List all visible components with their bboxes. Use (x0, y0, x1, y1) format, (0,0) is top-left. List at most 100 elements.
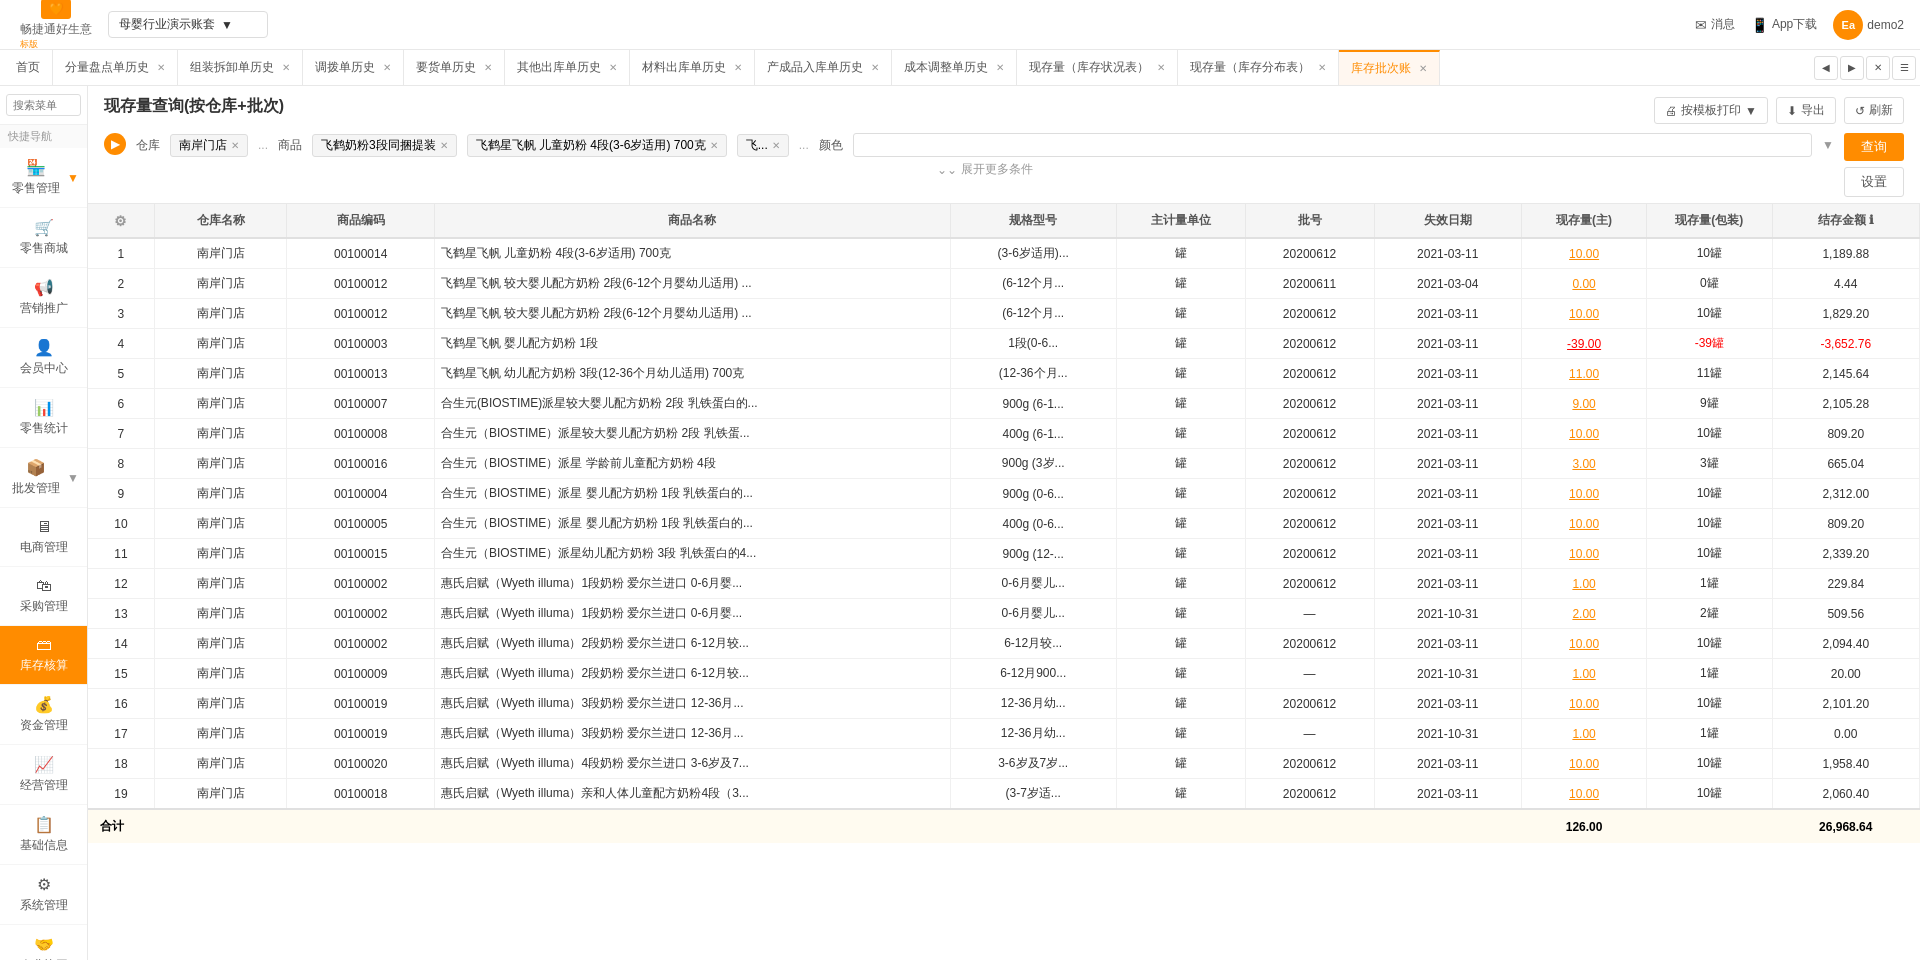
cell-stock-main[interactable]: 2.00 (1521, 599, 1646, 629)
tab-close-zuche[interactable]: ✕ (282, 62, 290, 73)
warehouse-filter-tag[interactable]: 南岸门店 ✕ (170, 134, 248, 157)
cell-unit: 罐 (1116, 569, 1245, 599)
cell-stock-main[interactable]: 0.00 (1521, 269, 1646, 299)
sidebar-item-finance[interactable]: 💰 资金管理 (0, 685, 87, 745)
warehouse-filter-ellipsis[interactable]: ... (258, 138, 268, 152)
cell-seq: 18 (88, 749, 154, 779)
query-button[interactable]: 查询 (1844, 133, 1904, 161)
tab-chengben[interactable]: 成本调整单历史 ✕ (892, 50, 1017, 86)
cell-warehouse: 南岸门店 (154, 659, 287, 689)
tab-close-tiaop[interactable]: ✕ (383, 62, 391, 73)
cell-stock-main[interactable]: 10.00 (1521, 749, 1646, 779)
search-input[interactable] (6, 94, 81, 116)
warehouse-filter-close[interactable]: ✕ (231, 140, 239, 151)
tab-chengpin[interactable]: 产成品入库单历史 ✕ (755, 50, 892, 86)
cell-stock-main[interactable]: 1.00 (1521, 659, 1646, 689)
cell-balance: -3,652.76 (1772, 329, 1920, 359)
cell-stock-main[interactable]: 10.00 (1521, 629, 1646, 659)
tab-close-kucun2[interactable]: ✕ (1318, 62, 1326, 73)
message-btn[interactable]: ✉ 消息 (1695, 16, 1735, 33)
sidebar-item-retail-mgmt[interactable]: 🏪 零售管理 ▼ (0, 148, 87, 208)
cell-stock-main[interactable]: 1.00 (1521, 569, 1646, 599)
export-btn[interactable]: ⬇ 导出 (1776, 97, 1836, 124)
cell-stock-main[interactable]: 10.00 (1521, 509, 1646, 539)
cell-stock-main[interactable]: 3.00 (1521, 449, 1646, 479)
goods-filter-tag-1[interactable]: 飞鹤奶粉3段同捆提装 ✕ (312, 134, 457, 157)
tab-zuche[interactable]: 组装拆卸单历史 ✕ (178, 50, 303, 86)
tab-next-btn[interactable]: ▶ (1840, 56, 1864, 80)
tab-fenp[interactable]: 分量盘点单历史 ✕ (53, 50, 178, 86)
cell-stock-main[interactable]: 10.00 (1521, 779, 1646, 810)
goods-filter-more-close[interactable]: ✕ (772, 140, 780, 151)
sidebar-item-basics[interactable]: 📋 基础信息 (0, 805, 87, 865)
cell-stock-main[interactable]: 10.00 (1521, 539, 1646, 569)
cell-stock-main[interactable]: 10.00 (1521, 419, 1646, 449)
tab-tiaop[interactable]: 调拨单历史 ✕ (303, 50, 404, 86)
tab-qita[interactable]: 其他出库单历史 ✕ (505, 50, 630, 86)
sidebar-item-collab[interactable]: 🤝 企业协同 (0, 925, 87, 960)
cell-code: 00100005 (287, 509, 434, 539)
sidebar-item-inventory[interactable]: 🗃 库存核算 (0, 626, 87, 685)
cell-stock-main[interactable]: 1.00 (1521, 719, 1646, 749)
cell-stock-main[interactable]: 10.00 (1521, 238, 1646, 269)
cell-stock-main[interactable]: 10.00 (1521, 479, 1646, 509)
goods-filter-close-2[interactable]: ✕ (710, 140, 718, 151)
cell-stock-main[interactable]: -39.00 (1521, 329, 1646, 359)
sidebar-item-wholesale[interactable]: 📦 批发管理 ▼ (0, 448, 87, 508)
print-btn[interactable]: 🖨 按模板打印 ▼ (1654, 97, 1768, 124)
th-settings[interactable]: ⚙ (88, 204, 154, 238)
tab-close-fenp[interactable]: ✕ (157, 62, 165, 73)
tab-kucun2[interactable]: 现存量（库存分布表） ✕ (1178, 50, 1339, 86)
sidebar-item-member[interactable]: 👤 会员中心 (0, 328, 87, 388)
wholesale-arrow-icon: ▼ (67, 471, 79, 485)
tab-cailiao[interactable]: 材料出库单历史 ✕ (630, 50, 755, 86)
app-download-btn[interactable]: 📱 App下载 (1751, 16, 1817, 33)
goods-filter-ellipsis[interactable]: ... (799, 138, 809, 152)
sidebar-item-retail-stats[interactable]: 📊 零售统计 (0, 388, 87, 448)
goods-filter-tag-2[interactable]: 飞鹤星飞帆 儿童奶粉 4段(3-6岁适用) 700克 ✕ (467, 134, 727, 157)
tab-close-yaohuo[interactable]: ✕ (484, 62, 492, 73)
store-selector[interactable]: 母婴行业演示账套 ▼ (108, 11, 268, 38)
color-filter-input[interactable] (853, 133, 1812, 157)
tab-close-qita[interactable]: ✕ (609, 62, 617, 73)
tab-prev-btn[interactable]: ◀ (1814, 56, 1838, 80)
color-filter-arrow[interactable]: ▼ (1822, 138, 1834, 152)
user-area[interactable]: Ea demo2 (1833, 10, 1904, 40)
cell-name: 惠氏启赋（Wyeth illuma）3段奶粉 爱尔兰进口 12-36月... (434, 689, 950, 719)
cell-stock-main[interactable]: 10.00 (1521, 299, 1646, 329)
cell-batch: 20200612 (1245, 479, 1374, 509)
sidebar-item-operations[interactable]: 📈 经营管理 (0, 745, 87, 805)
goods-filter-tag-more[interactable]: 飞... ✕ (737, 134, 789, 157)
cell-batch: 20200612 (1245, 509, 1374, 539)
system-icon: ⚙ (37, 875, 51, 894)
sidebar-item-marketing[interactable]: 📢 营销推广 (0, 268, 87, 328)
sidebar-item-ecommerce[interactable]: 🖥 电商管理 (0, 508, 87, 567)
sidebar-item-system[interactable]: ⚙ 系统管理 (0, 865, 87, 925)
tab-yaohuo[interactable]: 要货单历史 ✕ (404, 50, 505, 86)
cell-name: 惠氏启赋（Wyeth illuma）1段奶粉 爱尔兰进口 0-6月婴... (434, 569, 950, 599)
tab-home[interactable]: 首页 (4, 50, 53, 86)
refresh-btn[interactable]: ↺ 刷新 (1844, 97, 1904, 124)
tab-close-chengpin[interactable]: ✕ (871, 62, 879, 73)
cell-balance: 2,060.40 (1772, 779, 1920, 810)
cell-balance: 509.56 (1772, 599, 1920, 629)
cell-stock-main[interactable]: 10.00 (1521, 689, 1646, 719)
tab-close-all-btn[interactable]: ✕ (1866, 56, 1890, 80)
tab-kupici[interactable]: 库存批次账 ✕ (1339, 50, 1440, 86)
sidebar-item-retail-shop[interactable]: 🛒 零售商城 (0, 208, 87, 268)
tab-close-chengben[interactable]: ✕ (996, 62, 1004, 73)
tab-close-kucun1[interactable]: ✕ (1157, 62, 1165, 73)
cell-stock-main[interactable]: 11.00 (1521, 359, 1646, 389)
tab-menu-btn[interactable]: ☰ (1892, 56, 1916, 80)
retail-mgmt-icon: 🏪 (26, 158, 46, 177)
expand-more-btn[interactable]: ⌄⌄ 展开更多条件 (136, 157, 1834, 182)
goods-filter-close-1[interactable]: ✕ (440, 140, 448, 151)
message-label: 消息 (1711, 16, 1735, 33)
settings-button[interactable]: 设置 (1844, 167, 1904, 197)
sidebar-item-purchase[interactable]: 🛍 采购管理 (0, 567, 87, 626)
tab-close-cailiao[interactable]: ✕ (734, 62, 742, 73)
tab-kucun1[interactable]: 现存量（库存状况表） ✕ (1017, 50, 1178, 86)
expand-filter-btn[interactable]: ▶ (104, 133, 126, 155)
cell-stock-main[interactable]: 9.00 (1521, 389, 1646, 419)
tab-close-kupici[interactable]: ✕ (1419, 63, 1427, 74)
